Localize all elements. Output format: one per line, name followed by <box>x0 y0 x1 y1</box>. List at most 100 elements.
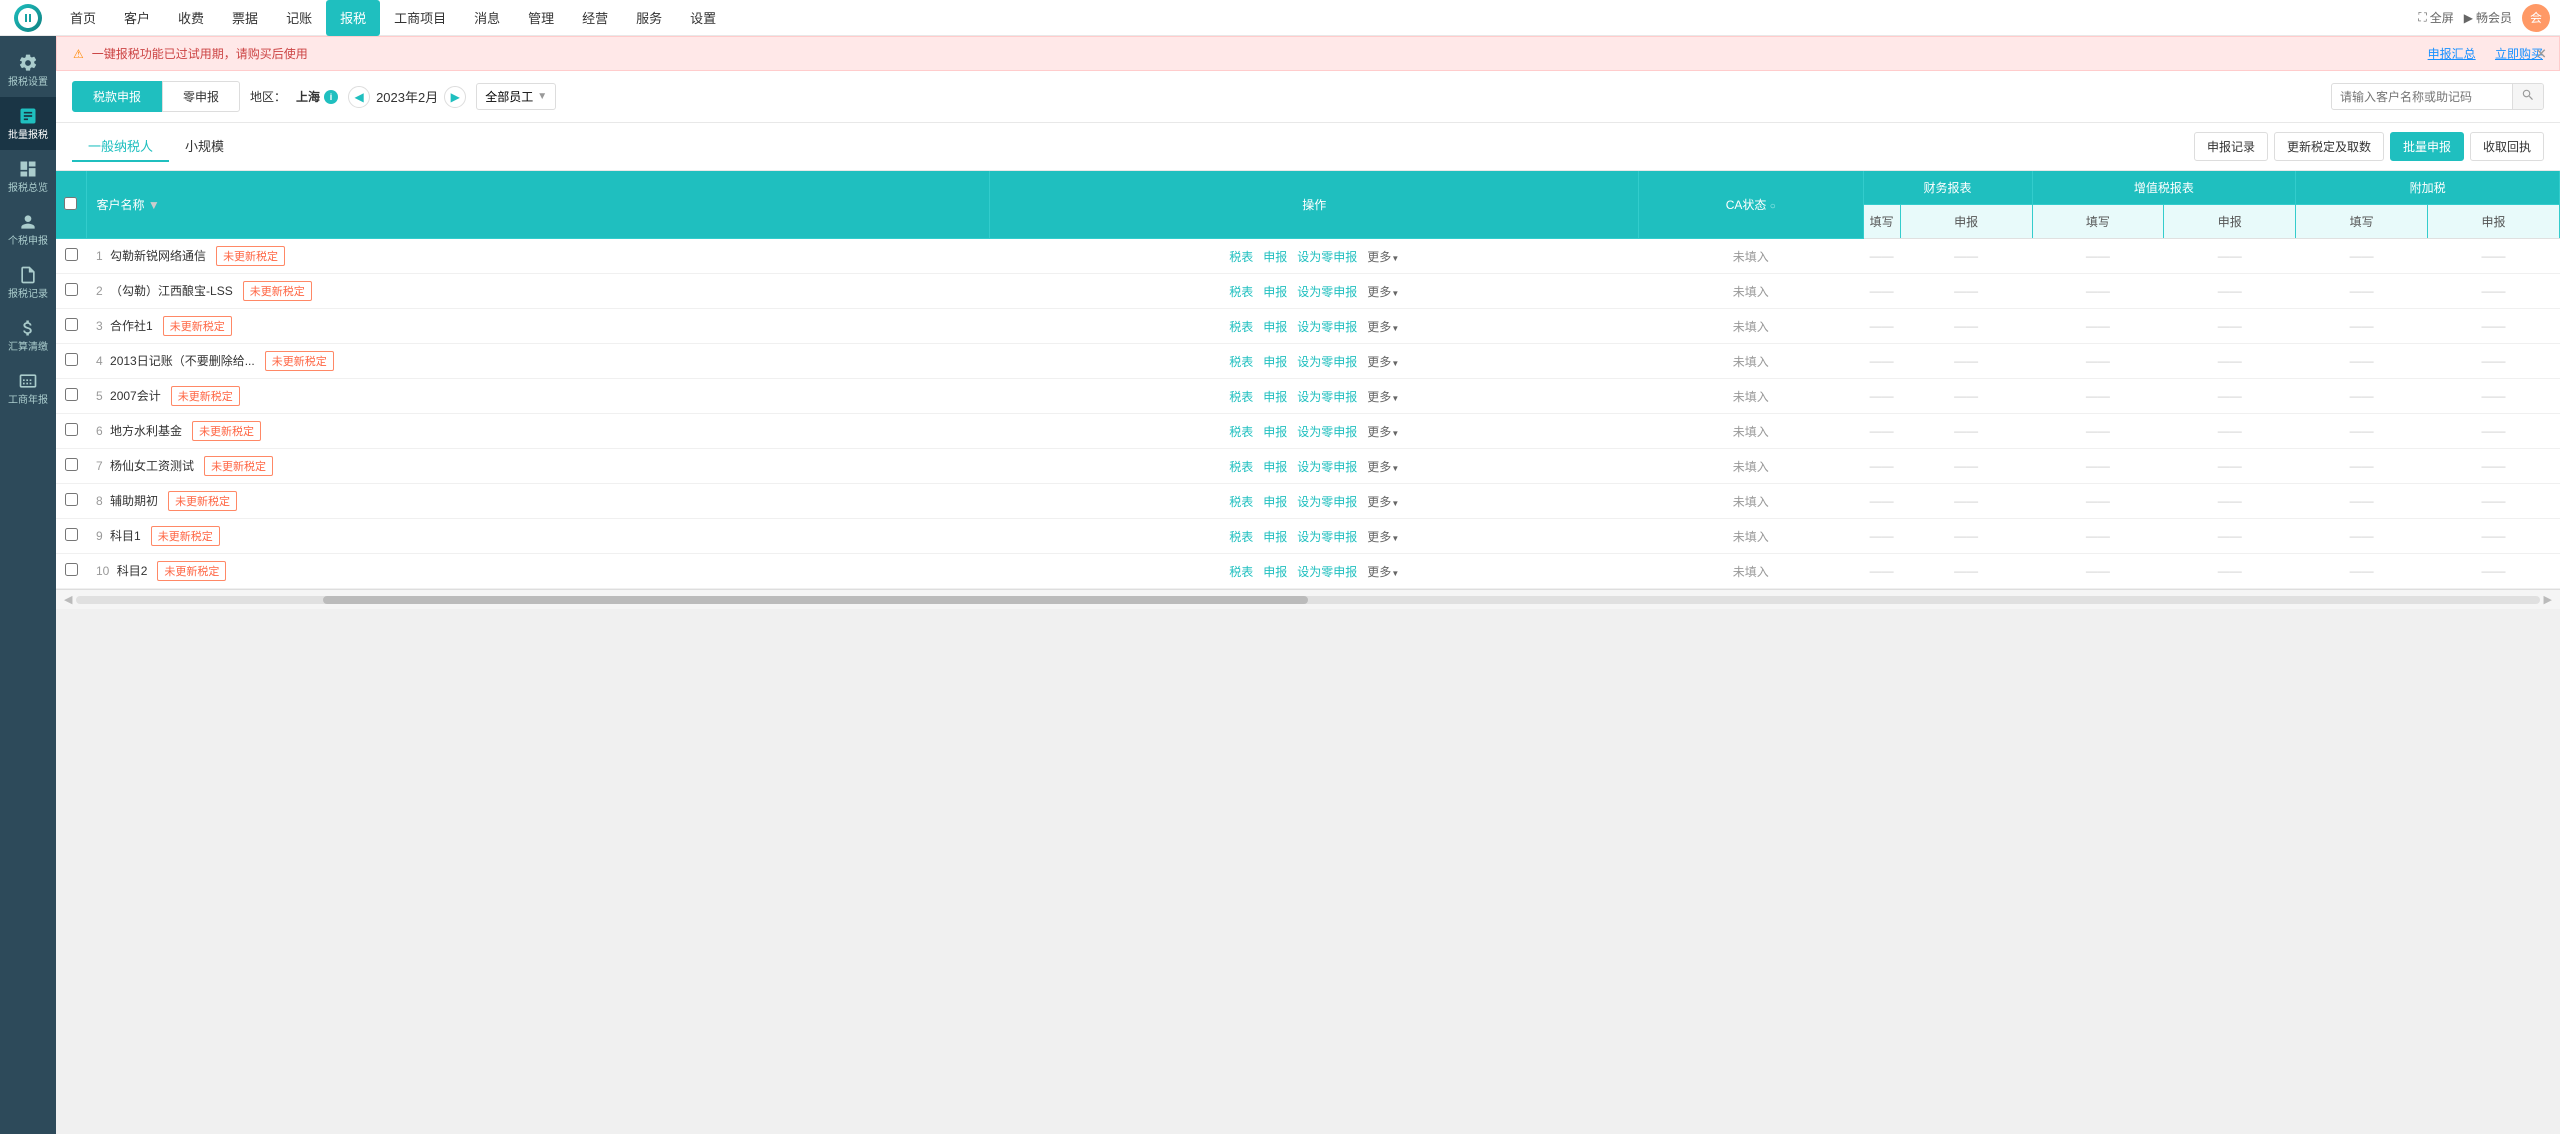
op-more[interactable]: 更多 <box>1367 320 1399 334</box>
op-declare[interactable]: 申报 <box>1263 250 1287 264</box>
prev-month-button[interactable]: ◀ <box>348 86 370 108</box>
op-tax-form[interactable]: 税表 <box>1229 250 1253 264</box>
row-checkbox-5[interactable] <box>65 423 78 436</box>
row-checkbox-7[interactable] <box>65 493 78 506</box>
fullscreen-button[interactable]: ⛶ 全屏 <box>2418 9 2453 26</box>
op-tax-form[interactable]: 税表 <box>1229 530 1253 544</box>
dash: —— <box>2350 424 2374 438</box>
op-more[interactable]: 更多 <box>1367 495 1399 509</box>
op-zero-declare[interactable]: 设为零申报 <box>1297 530 1357 544</box>
row-checkbox-4[interactable] <box>65 388 78 401</box>
op-zero-declare[interactable]: 设为零申报 <box>1297 355 1357 369</box>
sidebar-item-overview[interactable]: 报税总览 <box>0 150 56 203</box>
member-button[interactable]: ▶ 畅会员 <box>2464 9 2512 26</box>
op-declare[interactable]: 申报 <box>1263 320 1287 334</box>
ca-status-text: 未填入 <box>1733 320 1769 334</box>
sidebar-item-batch-tax[interactable]: 批量报税 <box>0 97 56 150</box>
nav-invoice[interactable]: 票据 <box>218 0 272 36</box>
next-month-button[interactable]: ▶ <box>444 86 466 108</box>
nav-bookkeeping[interactable]: 记账 <box>272 0 326 36</box>
op-tax-form[interactable]: 税表 <box>1229 565 1253 579</box>
op-tax-form[interactable]: 税表 <box>1229 390 1253 404</box>
staff-select[interactable]: 全部员工 ▼ <box>476 83 556 110</box>
row-fin-fill: —— <box>1863 484 1900 519</box>
op-more[interactable]: 更多 <box>1367 390 1399 404</box>
tab-small-scale[interactable]: 小规模 <box>169 131 240 162</box>
declaration-record-button[interactable]: 申报记录 <box>2194 132 2268 161</box>
row-checkbox-9[interactable] <box>65 563 78 576</box>
sidebar-item-annual-report[interactable]: 工商年报 <box>0 362 56 415</box>
op-more[interactable]: 更多 <box>1367 460 1399 474</box>
tab-zero-declaration[interactable]: 零申报 <box>162 81 240 112</box>
op-more[interactable]: 更多 <box>1367 425 1399 439</box>
op-tax-form[interactable]: 税表 <box>1229 425 1253 439</box>
scroll-right-arrow[interactable]: ▶ <box>2544 593 2552 606</box>
panel-header: 税款申报 零申报 地区： 上海 i ◀ 2023年2月 ▶ 全部员工 ▼ <box>56 71 2560 123</box>
region-info-icon[interactable]: i <box>324 90 338 104</box>
nav-manage[interactable]: 管理 <box>514 0 568 36</box>
op-declare[interactable]: 申报 <box>1263 390 1287 404</box>
op-declare[interactable]: 申报 <box>1263 565 1287 579</box>
op-declare[interactable]: 申报 <box>1263 495 1287 509</box>
banner-close-button[interactable]: ✕ <box>2535 45 2547 62</box>
op-more[interactable]: 更多 <box>1367 250 1399 264</box>
op-more[interactable]: 更多 <box>1367 355 1399 369</box>
row-checkbox-6[interactable] <box>65 458 78 471</box>
op-declare[interactable]: 申报 <box>1263 285 1287 299</box>
nav-service[interactable]: 服务 <box>622 0 676 36</box>
nav-home[interactable]: 首页 <box>56 0 110 36</box>
op-declare[interactable]: 申报 <box>1263 425 1287 439</box>
nav-message[interactable]: 消息 <box>460 0 514 36</box>
user-avatar[interactable]: 会 <box>2522 4 2550 32</box>
sidebar-item-tax-settings[interactable]: 报税设置 <box>0 44 56 97</box>
row-checkbox-3[interactable] <box>65 353 78 366</box>
row-checkbox-1[interactable] <box>65 283 78 296</box>
tab-tax-declaration[interactable]: 税款申报 <box>72 81 162 112</box>
op-zero-declare[interactable]: 设为零申报 <box>1297 390 1357 404</box>
op-tax-form[interactable]: 税表 <box>1229 495 1253 509</box>
nav-tax[interactable]: 报税 <box>326 0 380 36</box>
nav-settings[interactable]: 设置 <box>676 0 730 36</box>
op-tax-form[interactable]: 税表 <box>1229 320 1253 334</box>
op-zero-declare[interactable]: 设为零申报 <box>1297 495 1357 509</box>
op-zero-declare[interactable]: 设为零申报 <box>1297 285 1357 299</box>
row-checkbox-8[interactable] <box>65 528 78 541</box>
op-zero-declare[interactable]: 设为零申报 <box>1297 320 1357 334</box>
op-tax-form[interactable]: 税表 <box>1229 355 1253 369</box>
update-tax-button[interactable]: 更新税定及取数 <box>2274 132 2384 161</box>
scroll-left-arrow[interactable]: ◀ <box>64 593 72 606</box>
op-zero-declare[interactable]: 设为零申报 <box>1297 565 1357 579</box>
nav-customer[interactable]: 客户 <box>110 0 164 36</box>
row-customer-name: （勾勒）江西酿宝-LSS <box>110 284 233 298</box>
settlement-icon <box>17 317 39 339</box>
banner-link-summary[interactable]: 申报汇总 <box>2428 45 2476 62</box>
dash: —— <box>1870 354 1894 368</box>
sidebar-item-tax-record[interactable]: 报税记录 <box>0 256 56 309</box>
sidebar-item-personal-tax[interactable]: 个税申报 <box>0 203 56 256</box>
row-checkbox-2[interactable] <box>65 318 78 331</box>
op-more[interactable]: 更多 <box>1367 285 1399 299</box>
op-zero-declare[interactable]: 设为零申报 <box>1297 250 1357 264</box>
select-all-checkbox[interactable] <box>64 197 77 210</box>
scrollbar-track[interactable] <box>76 596 2539 604</box>
fullscreen-icon: ⛶ <box>2418 10 2426 25</box>
nav-business[interactable]: 工商项目 <box>380 0 460 36</box>
op-more[interactable]: 更多 <box>1367 530 1399 544</box>
sidebar-item-settlement[interactable]: 汇算清缴 <box>0 309 56 362</box>
op-zero-declare[interactable]: 设为零申报 <box>1297 425 1357 439</box>
op-declare[interactable]: 申报 <box>1263 355 1287 369</box>
op-tax-form[interactable]: 税表 <box>1229 285 1253 299</box>
op-zero-declare[interactable]: 设为零申报 <box>1297 460 1357 474</box>
op-declare[interactable]: 申报 <box>1263 460 1287 474</box>
row-checkbox-0[interactable] <box>65 248 78 261</box>
op-more[interactable]: 更多 <box>1367 565 1399 579</box>
search-button[interactable] <box>2512 84 2543 109</box>
tab-general-taxpayer[interactable]: 一般纳税人 <box>72 131 169 162</box>
op-declare[interactable]: 申报 <box>1263 530 1287 544</box>
collect-receipt-button[interactable]: 收取回执 <box>2470 132 2544 161</box>
op-tax-form[interactable]: 税表 <box>1229 460 1253 474</box>
search-input[interactable] <box>2332 86 2512 108</box>
nav-operation[interactable]: 经营 <box>568 0 622 36</box>
batch-declaration-button[interactable]: 批量申报 <box>2390 132 2464 161</box>
nav-fee[interactable]: 收费 <box>164 0 218 36</box>
